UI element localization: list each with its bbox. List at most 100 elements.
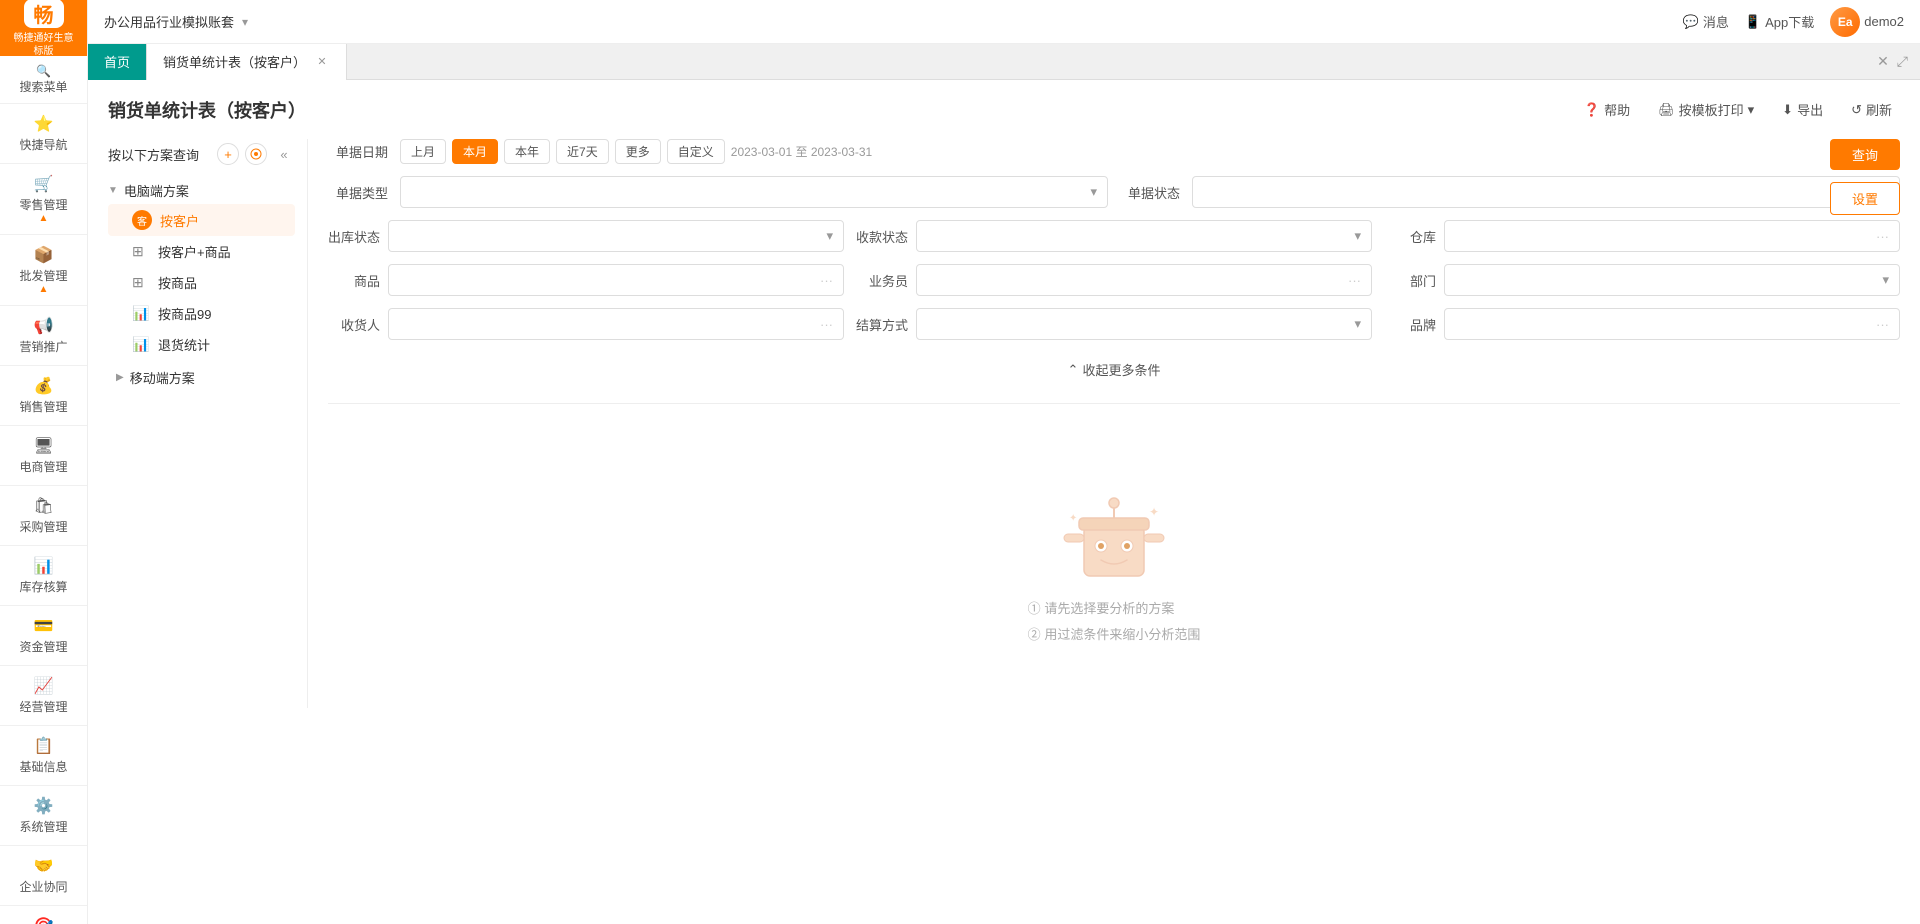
sidebar-item-purchase[interactable]: 🛍 采购管理 xyxy=(0,486,87,546)
user-area[interactable]: Ea demo2 xyxy=(1830,7,1904,37)
workspace-dropdown-icon[interactable]: ▾ xyxy=(242,15,248,29)
filter-field-out-status: 出库状态 ▾ xyxy=(328,220,844,252)
add-scheme-button[interactable]: + xyxy=(217,143,239,165)
logo-text: 畅捷通好生意 标版 xyxy=(14,32,74,58)
sidebar-item-system[interactable]: ⚙️ 系统管理 xyxy=(0,786,87,846)
tab-bar: 首页 销货单统计表（按客户） ✕ ✕ ⤢ xyxy=(88,44,1920,80)
refresh-button[interactable]: ↺ 刷新 xyxy=(1843,96,1900,123)
voucher-status-label: 单据状态 xyxy=(1120,183,1180,202)
salesperson-input[interactable]: ··· xyxy=(916,264,1372,296)
sidebar-item-search[interactable]: 🔍 搜索菜单 xyxy=(0,56,87,104)
scheme-item-by-product-99[interactable]: 📊 按商品99 xyxy=(108,298,295,329)
sidebar-item-retail[interactable]: 🛒 零售管理 ▲ xyxy=(0,164,87,235)
scheme-item-by-product[interactable]: ⊞ 按商品 xyxy=(108,267,295,298)
voucher-type-label: 单据类型 xyxy=(328,183,388,202)
empty-state: ✦ ✦ ① 请先选择要分析的方案 ② 用过滤条件来缩小分析范围 xyxy=(328,416,1900,708)
empty-tip-1: ① 请先选择要分析的方案 xyxy=(1028,596,1201,622)
print-button[interactable]: 🖨 按模板打印 ▾ xyxy=(1650,96,1762,123)
sidebar-item-shortcut[interactable]: ⭐ 快捷导航 xyxy=(0,104,87,164)
collapse-bar[interactable]: ⌃ 收起更多条件 xyxy=(328,352,1900,387)
date-btn-this-month[interactable]: 本月 xyxy=(452,139,498,164)
query-button[interactable]: 查询 xyxy=(1830,139,1900,170)
warehouse-dots: ··· xyxy=(1876,229,1889,244)
collection-status-select[interactable]: ▾ xyxy=(916,220,1372,252)
department-label: 部门 xyxy=(1384,271,1436,290)
settlement-label: 结算方式 xyxy=(856,315,908,334)
recipient-label: 收货人 xyxy=(328,315,380,334)
scheme-desktop-group-header[interactable]: ▼ 电脑端方案 xyxy=(108,177,295,204)
date-btn-this-year[interactable]: 本年 xyxy=(504,139,550,164)
date-btn-last-7-days[interactable]: 近7天 xyxy=(556,139,609,164)
sidebar-item-finance[interactable]: 💳 资金管理 xyxy=(0,606,87,666)
settlement-select[interactable]: ▾ xyxy=(916,308,1372,340)
department-select[interactable]: ▾ xyxy=(1444,264,1900,296)
sidebar-item-operation[interactable]: 📈 经营管理 xyxy=(0,666,87,726)
export-icon: ⬇ xyxy=(1782,102,1793,118)
tab-close-button[interactable]: ✕ xyxy=(314,54,330,70)
warehouse-input[interactable]: ··· xyxy=(1444,220,1900,252)
tab-home-label: 首页 xyxy=(104,52,130,71)
filter-row-voucher: 单据类型 ▾ 单据状态 ▾ xyxy=(328,176,1900,208)
salesperson-dots: ··· xyxy=(1348,273,1361,288)
section-divider xyxy=(328,403,1900,404)
filter-field-department: 部门 ▾ xyxy=(1384,264,1900,296)
out-status-select[interactable]: ▾ xyxy=(388,220,844,252)
tab-home[interactable]: 首页 xyxy=(88,44,147,80)
edit-scheme-button[interactable] xyxy=(245,143,267,165)
sidebar-item-marketing[interactable]: 📢 营销推广 xyxy=(0,306,87,366)
brand-input[interactable]: ··· xyxy=(1444,308,1900,340)
sidebar-item-sales[interactable]: 💰 销售管理 xyxy=(0,366,87,426)
scheme-item-icon: ⊞ xyxy=(132,274,150,291)
product-dots: ··· xyxy=(820,273,833,288)
empty-tips: ① 请先选择要分析的方案 ② 用过滤条件来缩小分析范围 xyxy=(1028,596,1201,648)
out-status-arrow: ▾ xyxy=(826,228,833,244)
header-right: 💬 消息 📱 App下载 Ea demo2 xyxy=(1683,7,1904,37)
scheme-desktop-group: ▼ 电脑端方案 客 按客户 ⊞ 按客户+商品 ⊞ xyxy=(108,177,295,360)
export-button[interactable]: ⬇ 导出 xyxy=(1774,96,1831,123)
scheme-item-return-stat[interactable]: 📊 退货统计 xyxy=(108,329,295,360)
date-btn-more[interactable]: 更多 xyxy=(615,139,661,164)
product-input[interactable]: ··· xyxy=(388,264,844,296)
date-label: 单据日期 xyxy=(328,142,388,161)
filter-row-date: 单据日期 上月 本月 本年 近7天 更多 自定义 2023-03-01 至 20… xyxy=(328,139,1900,164)
help-button[interactable]: ❓ 帮助 xyxy=(1576,96,1638,123)
sidebar-item-guide[interactable]: 🎯 新手引导 xyxy=(0,906,87,924)
date-btn-last-month[interactable]: 上月 xyxy=(400,139,446,164)
scheme-item-by-customer-product[interactable]: ⊞ 按客户+商品 xyxy=(108,236,295,267)
sidebar-item-inventory[interactable]: 📊 库存核算 xyxy=(0,546,87,606)
page-inner: 销货单统计表（按客户） ❓ 帮助 🖨 按模板打印 ▾ ⬇ 导出 xyxy=(88,80,1920,924)
date-btn-custom[interactable]: 自定义 xyxy=(667,139,725,164)
message-icon: 💬 xyxy=(1683,14,1699,30)
scheme-panel: 按以下方案查询 + « xyxy=(108,139,308,708)
sidebar-item-wholesale[interactable]: 📦 批发管理 ▲ xyxy=(0,235,87,306)
tab-sales-stat[interactable]: 销货单统计表（按客户） ✕ xyxy=(147,44,347,80)
app-download-button[interactable]: 📱 App下载 xyxy=(1745,12,1814,31)
refresh-icon: ↺ xyxy=(1851,102,1862,118)
logo-area[interactable]: 畅 畅捷通好生意 标版 xyxy=(0,0,87,56)
empty-illustration: ✦ ✦ xyxy=(1054,476,1174,596)
close-window-icon[interactable]: ✕ xyxy=(1877,53,1889,70)
scheme-item-icon: ⊞ xyxy=(132,243,150,260)
sidebar-item-ecommerce[interactable]: 🖥 电商管理 xyxy=(0,426,87,486)
scheme-item-by-customer[interactable]: 客 按客户 xyxy=(108,204,295,236)
sidebar-item-basic[interactable]: 📋 基础信息 xyxy=(0,726,87,786)
query-buttons: 查询 设置 xyxy=(1830,139,1900,215)
scheme-item-label: 按商品 xyxy=(158,273,197,292)
voucher-type-select[interactable]: ▾ xyxy=(400,176,1108,208)
download-icon: 📱 xyxy=(1745,14,1761,30)
message-button[interactable]: 💬 消息 xyxy=(1683,12,1729,31)
recipient-input[interactable]: ··· xyxy=(388,308,844,340)
settings-button[interactable]: 设置 xyxy=(1830,182,1900,215)
page-title-bar: 销货单统计表（按客户） ❓ 帮助 🖨 按模板打印 ▾ ⬇ 导出 xyxy=(108,96,1900,123)
header-left: 办公用品行业模拟账套 ▾ xyxy=(104,12,248,31)
scheme-mobile-group[interactable]: ▶ 移动端方案 xyxy=(108,364,295,391)
maximize-window-icon[interactable]: ⤢ xyxy=(1897,53,1908,70)
collapse-panel-button[interactable]: « xyxy=(273,143,295,165)
help-icon: ❓ xyxy=(1584,102,1600,118)
brand-dots: ··· xyxy=(1876,317,1889,332)
scheme-item-label: 按客户+商品 xyxy=(158,242,231,261)
sidebar-item-enterprise[interactable]: 🤝 企业协同 xyxy=(0,846,87,906)
settlement-arrow: ▾ xyxy=(1354,316,1361,332)
voucher-status-select[interactable]: ▾ xyxy=(1192,176,1900,208)
scheme-item-icon: 📊 xyxy=(132,305,150,322)
